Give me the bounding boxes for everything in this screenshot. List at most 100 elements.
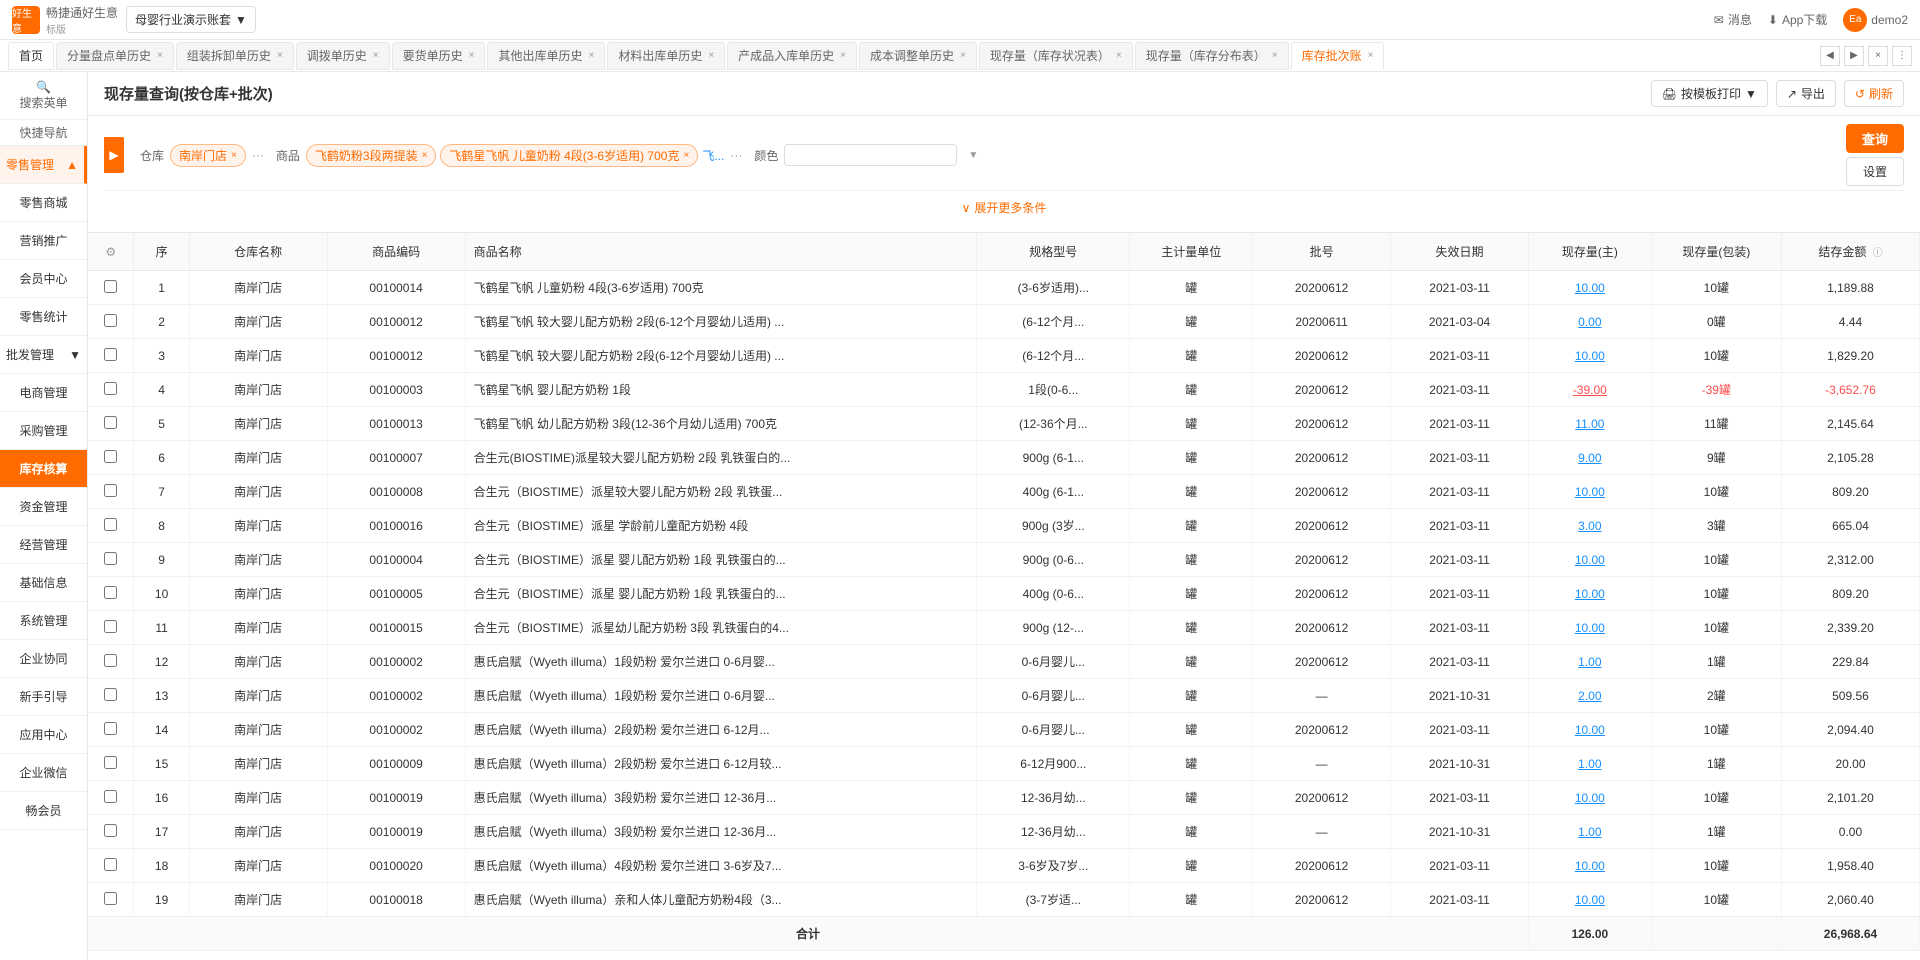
row-checkbox[interactable] (88, 509, 134, 543)
row-stock[interactable]: 0.00 (1529, 305, 1652, 339)
row-stock[interactable]: 1.00 (1529, 815, 1652, 849)
row-checkbox[interactable] (88, 305, 134, 339)
tab-zuchai-close[interactable]: × (277, 50, 283, 61)
row-checkbox[interactable] (88, 407, 134, 441)
goods-tag-1[interactable]: 飞鹤星飞帆 儿童奶粉 4段(3-6岁适用) 700克 × (440, 144, 698, 167)
row-stock[interactable]: 10.00 (1529, 883, 1652, 917)
row-stock[interactable]: 1.00 (1529, 747, 1652, 781)
tab-tiaobo-close[interactable]: × (373, 50, 379, 61)
balance-info-icon[interactable]: ⓘ (1873, 248, 1883, 259)
row-stock[interactable]: 10.00 (1529, 339, 1652, 373)
tab-fenpan[interactable]: 分量盘点单历史 × (56, 42, 174, 70)
sidebar-item-retail-mgmt[interactable]: 零售管理 ▲ (0, 146, 87, 184)
tab-tiaobo[interactable]: 调拨单历史 × (296, 42, 390, 70)
sidebar-item-wholesale[interactable]: 批发管理 ▼ (0, 336, 87, 374)
row-stock[interactable]: 9.00 (1529, 441, 1652, 475)
row-checkbox[interactable] (88, 849, 134, 883)
setting-btn[interactable]: 设置 (1846, 157, 1904, 186)
tab-qita-close[interactable]: × (588, 50, 594, 61)
tab-active[interactable]: 库存批次账 × (1291, 42, 1385, 70)
row-checkbox[interactable] (88, 339, 134, 373)
sidebar-item-operations[interactable]: 经营管理 (0, 526, 87, 564)
tab-cailiao-close[interactable]: × (708, 50, 714, 61)
sidebar-item-member2[interactable]: 畅会员 (0, 792, 87, 830)
goods-more-ellipsis[interactable]: ··· (730, 148, 742, 162)
row-checkbox[interactable] (88, 543, 134, 577)
tab-zuchai[interactable]: 组装拆卸单历史 × (176, 42, 294, 70)
account-selector[interactable]: 母婴行业演示账套 ▼ (126, 6, 256, 33)
sidebar-item-marketing[interactable]: 营销推广 (0, 222, 87, 260)
tab-home[interactable]: 首页 (8, 42, 54, 70)
tab-chengben[interactable]: 成本调整单历史 × (859, 42, 977, 70)
tab-cailiao[interactable]: 材料出库单历史 × (607, 42, 725, 70)
sidebar-item-retail-shop[interactable]: 零售商城 (0, 184, 87, 222)
tab-more-btn[interactable]: ⋮ (1892, 46, 1912, 66)
row-checkbox[interactable] (88, 781, 134, 815)
sidebar-item-retail-stat[interactable]: 零售统计 (0, 298, 87, 336)
row-checkbox[interactable] (88, 577, 134, 611)
refresh-btn[interactable]: ↺ 刷新 (1844, 80, 1904, 107)
sidebar-item-ecommerce[interactable]: 电商管理 (0, 374, 87, 412)
template-print-btn[interactable]: 🖨 按模板打印 ▼ (1651, 80, 1768, 107)
tab-yaohuo-close[interactable]: × (469, 50, 475, 61)
tab-chancheng[interactable]: 产成品入库单历史 × (727, 42, 857, 70)
row-checkbox[interactable] (88, 747, 134, 781)
gear-icon[interactable]: ⚙ (105, 245, 116, 259)
row-stock[interactable]: 10.00 (1529, 713, 1652, 747)
goods-tag-1-close[interactable]: × (683, 150, 689, 161)
warehouse-tag-0[interactable]: 南岸门店 × (170, 144, 246, 167)
row-stock[interactable]: 2.00 (1529, 679, 1652, 713)
row-stock[interactable]: 10.00 (1529, 271, 1652, 305)
row-stock[interactable]: 10.00 (1529, 543, 1652, 577)
row-checkbox[interactable] (88, 815, 134, 849)
user-area[interactable]: Ea demo2 (1843, 8, 1908, 32)
row-stock[interactable]: -39.00 (1529, 373, 1652, 407)
sidebar-item-system[interactable]: 系统管理 (0, 602, 87, 640)
sidebar-item-finance[interactable]: 资金管理 (0, 488, 87, 526)
sidebar-item-member[interactable]: 会员中心 (0, 260, 87, 298)
goods-ellipsis[interactable]: 飞... (702, 147, 724, 164)
row-stock[interactable]: 1.00 (1529, 645, 1652, 679)
sidebar-search[interactable]: 🔍 搜索英单 (0, 72, 87, 120)
tab-chancheng-close[interactable]: × (840, 50, 846, 61)
row-checkbox[interactable] (88, 883, 134, 917)
tab-fenpan-close[interactable]: × (157, 50, 163, 61)
tab-prev-btn[interactable]: ◀ (1820, 46, 1840, 66)
row-stock[interactable]: 10.00 (1529, 849, 1652, 883)
message-btn[interactable]: ✉ 消息 (1714, 11, 1752, 28)
tab-yaohuo[interactable]: 要货单历史 × (392, 42, 486, 70)
tab-xiancunku-close[interactable]: × (1116, 50, 1122, 61)
tab-xiancunfen[interactable]: 现存量（库存分布表） × (1135, 42, 1289, 70)
row-checkbox[interactable] (88, 373, 134, 407)
row-checkbox[interactable] (88, 475, 134, 509)
goods-tag-0[interactable]: 飞鹤奶粉3段两提装 × (306, 144, 437, 167)
export-btn[interactable]: ↗ 导出 (1776, 80, 1836, 107)
sidebar-item-appcenter[interactable]: 应用中心 (0, 716, 87, 754)
color-dropdown-btn[interactable]: ▼ (963, 145, 983, 165)
row-checkbox[interactable] (88, 271, 134, 305)
row-checkbox[interactable] (88, 645, 134, 679)
sidebar-item-enterprise-wechat[interactable]: 企业微信 (0, 754, 87, 792)
tab-xiancunfen-close[interactable]: × (1272, 50, 1278, 61)
tab-chengben-close[interactable]: × (960, 50, 966, 61)
row-checkbox[interactable] (88, 713, 134, 747)
tab-qita[interactable]: 其他出库单历史 × (487, 42, 605, 70)
expand-btn[interactable]: ∨ 展开更多条件 (954, 195, 1055, 220)
sidebar-item-guide[interactable]: 新手引导 (0, 678, 87, 716)
row-stock[interactable]: 10.00 (1529, 781, 1652, 815)
row-checkbox[interactable] (88, 679, 134, 713)
sidebar-item-inventory[interactable]: 库存核算 (0, 450, 87, 488)
row-stock[interactable]: 11.00 (1529, 407, 1652, 441)
warehouse-tag-close[interactable]: × (231, 150, 237, 161)
row-checkbox[interactable] (88, 441, 134, 475)
row-stock[interactable]: 3.00 (1529, 509, 1652, 543)
sidebar-item-enterprise[interactable]: 企业协同 (0, 640, 87, 678)
tab-next-btn[interactable]: ▶ (1844, 46, 1864, 66)
row-stock[interactable]: 10.00 (1529, 611, 1652, 645)
query-btn[interactable]: 查询 (1846, 124, 1904, 153)
row-stock[interactable]: 10.00 (1529, 475, 1652, 509)
color-input[interactable] (784, 144, 957, 166)
row-checkbox[interactable] (88, 611, 134, 645)
sidebar-item-purchase[interactable]: 采购管理 (0, 412, 87, 450)
filter-toggle-btn[interactable]: ▶ (104, 137, 124, 173)
